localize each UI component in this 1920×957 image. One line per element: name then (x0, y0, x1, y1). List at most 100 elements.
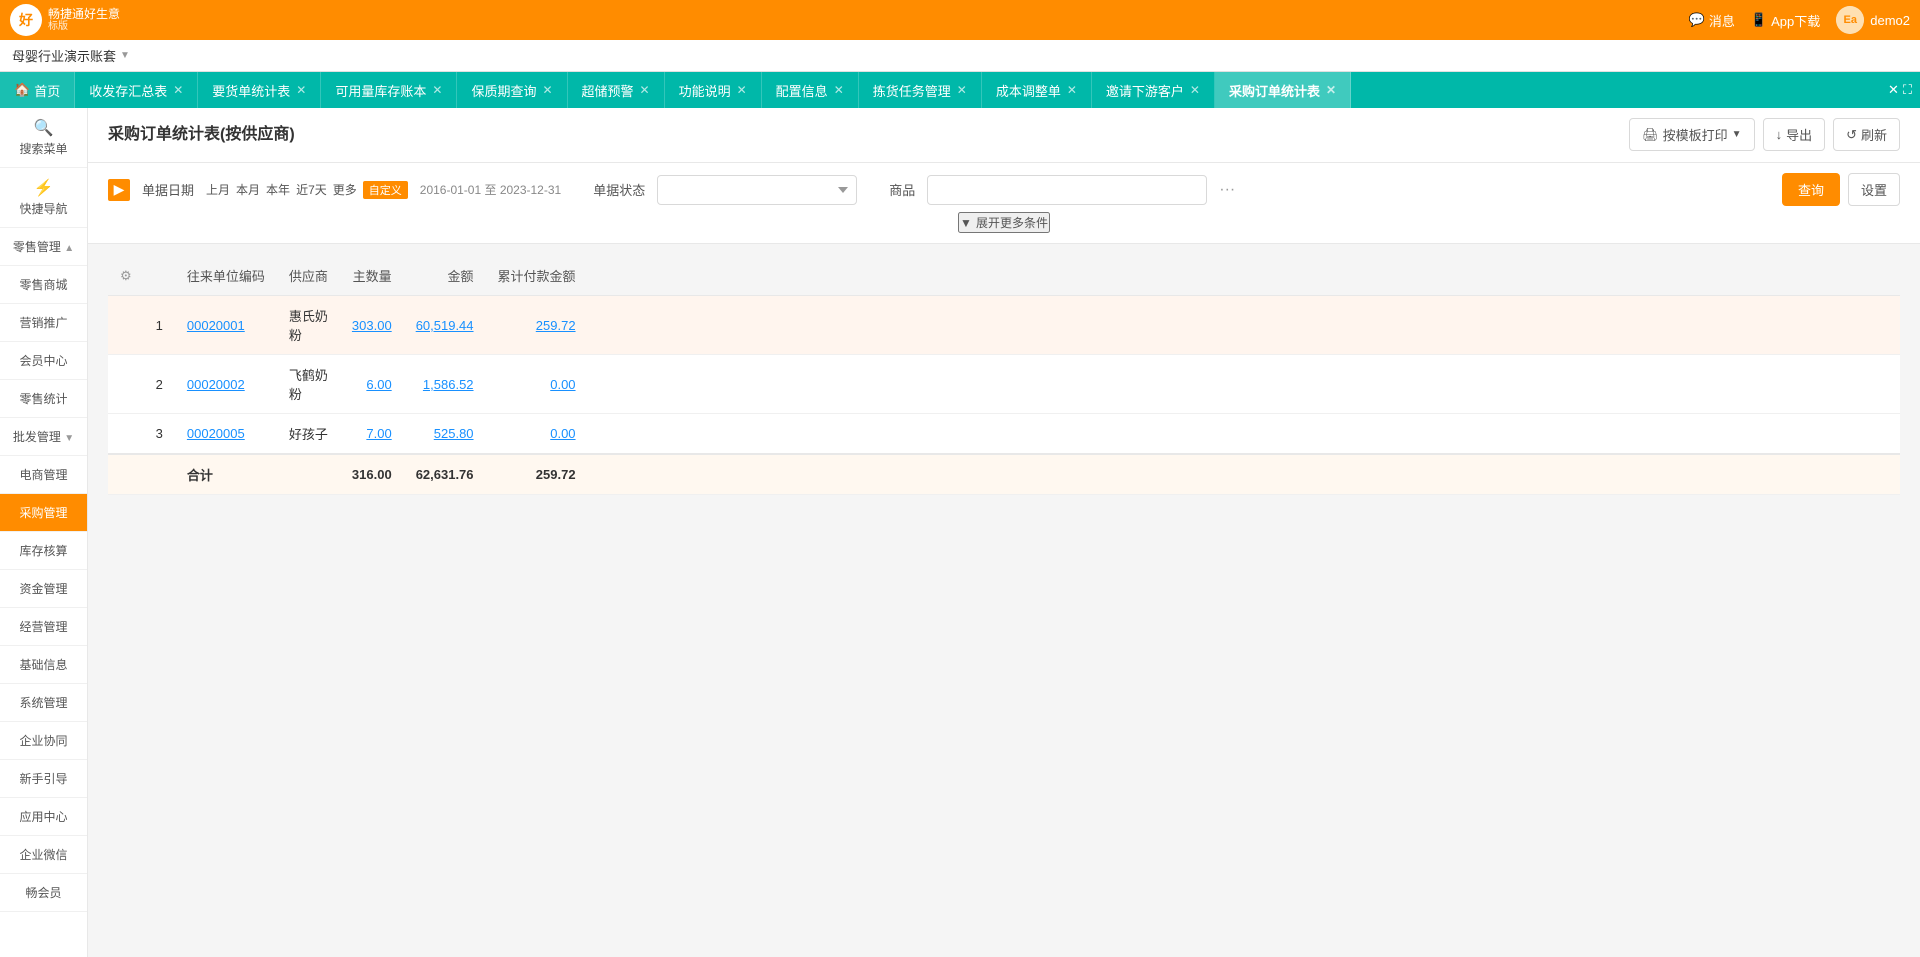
row-seq: 2 (144, 355, 175, 414)
row-extra (588, 355, 1900, 414)
sidebar-item-purchase[interactable]: 采购管理 (0, 494, 87, 532)
tab-close-icon[interactable]: ✕ (1067, 83, 1077, 97)
row-extra (588, 414, 1900, 455)
tab-picking-task[interactable]: 拣货任务管理 ✕ (859, 72, 982, 108)
tab-close-icon[interactable]: ✕ (173, 83, 183, 97)
filter-actions: 查询 设置 (1782, 173, 1900, 206)
shortcut-this-year[interactable]: 本年 (266, 181, 290, 198)
sidebar-item-new-guide[interactable]: 新手引导 (0, 760, 87, 798)
tab-close-icon[interactable]: ✕ (1190, 83, 1200, 97)
print-btn[interactable]: 🖨 按模板打印 ▼ (1629, 118, 1754, 151)
col-extra (588, 256, 1900, 296)
custom-date-badge[interactable]: 自定义 (363, 181, 408, 199)
sidebar-item-quick-nav[interactable]: ⚡ 快捷导航 (0, 168, 87, 228)
sidebar-item-wholesale[interactable]: 批发管理 ▼ (0, 418, 87, 456)
sidebar-item-operations[interactable]: 经营管理 (0, 608, 87, 646)
tab-collect-summary[interactable]: 收发存汇总表 ✕ (75, 72, 198, 108)
sidebar-item-enterprise-wechat[interactable]: 企业微信 (0, 836, 87, 874)
sidebar-item-retail-stat[interactable]: 零售统计 (0, 380, 87, 418)
tab-invite-downstream[interactable]: 邀请下游客户 ✕ (1092, 72, 1215, 108)
tab-home[interactable]: 🏠 首页 (0, 72, 75, 108)
message-btn[interactable]: 💬 消息 (1689, 11, 1735, 30)
row-amount[interactable]: 60,519.44 (404, 296, 486, 355)
sidebar-item-enterprise[interactable]: 企业协同 (0, 722, 87, 760)
sidebar-item-app-center[interactable]: 应用中心 (0, 798, 87, 836)
sidebar-item-inventory[interactable]: 库存核算 (0, 532, 87, 570)
export-btn[interactable]: ↓ 导出 (1763, 118, 1826, 151)
status-select[interactable] (657, 175, 857, 205)
row-supplier-code[interactable]: 00020002 (175, 355, 277, 414)
sidebar-item-search[interactable]: 🔍 搜索菜单 (0, 108, 87, 168)
tab-purchase-summary[interactable]: 采购订单统计表 ✕ (1215, 72, 1351, 108)
row-paid-amount[interactable]: 0.00 (486, 414, 588, 455)
refresh-btn[interactable]: ↺ 刷新 (1833, 118, 1900, 151)
sidebar-item-finance[interactable]: 资金管理 (0, 570, 87, 608)
tab-over-stock[interactable]: 超储预警 ✕ (568, 72, 665, 108)
col-supplier-code: 往来单位编码 (175, 256, 277, 296)
sidebar-item-marketing[interactable]: 营销推广 (0, 304, 87, 342)
sidebar-item-ecommerce[interactable]: 电商管理 (0, 456, 87, 494)
footer-extra (588, 454, 1900, 495)
tab-cost-adjust[interactable]: 成本调整单 ✕ (982, 72, 1092, 108)
logo-text: 畅捷通好生意 标版 (48, 7, 120, 33)
app-download-btn[interactable]: 📱 App下载 (1751, 11, 1820, 30)
home-icon: 🏠 (14, 82, 30, 98)
tab-close-icon[interactable]: ✕ (296, 83, 306, 97)
sidebar-item-vip[interactable]: 畅会员 (0, 874, 87, 912)
user-menu-btn[interactable]: Ea demo2 (1836, 6, 1910, 34)
tab-config-info[interactable]: 配置信息 ✕ (762, 72, 859, 108)
row-amount[interactable]: 525.80 (404, 414, 486, 455)
shortcut-last-month[interactable]: 上月 (206, 181, 230, 198)
row-quantity[interactable]: 6.00 (340, 355, 404, 414)
sidebar-item-retail[interactable]: 零售管理 ▲ (0, 228, 87, 266)
footer-settings (108, 454, 144, 495)
row-quantity[interactable]: 303.00 (340, 296, 404, 355)
status-select-wrap (657, 175, 857, 205)
more-filters-btn[interactable]: ··· (1219, 181, 1235, 199)
shortcut-7days[interactable]: 近7天 (296, 181, 327, 198)
row-supplier-code[interactable]: 00020005 (175, 414, 277, 455)
sidebar-item-system[interactable]: 系统管理 (0, 684, 87, 722)
tab-close-active-icon[interactable]: ✕ (1326, 83, 1336, 97)
workspace-selector[interactable]: 母婴行业演示账套 ▼ (12, 46, 130, 65)
tab-close-icon[interactable]: ✕ (432, 83, 442, 97)
goods-input[interactable] (927, 175, 1207, 205)
tab-close-icon[interactable]: ✕ (957, 83, 967, 97)
tab-goods-summary[interactable]: 要货单统计表 ✕ (198, 72, 321, 108)
tab-close-icon[interactable]: ✕ (640, 83, 650, 97)
page-header-actions: 🖨 按模板打印 ▼ ↓ 导出 ↺ 刷新 (1629, 118, 1900, 151)
tab-quality-query[interactable]: 保质期查询 ✕ (457, 72, 567, 108)
filter-expand-btn[interactable]: ▶ (108, 179, 130, 201)
shortcut-this-month[interactable]: 本月 (236, 181, 260, 198)
row-amount[interactable]: 1,586.52 (404, 355, 486, 414)
sidebar-item-member[interactable]: 会员中心 (0, 342, 87, 380)
table-row: 1 00020001 惠氏奶粉 303.00 60,519.44 259.72 (108, 296, 1900, 355)
logo-icon: 好 (10, 4, 42, 36)
tab-func-desc[interactable]: 功能说明 ✕ (665, 72, 762, 108)
row-paid-amount[interactable]: 0.00 (486, 355, 588, 414)
settings-btn[interactable]: 设置 (1848, 173, 1900, 206)
settings-icon[interactable]: ⚙ (120, 268, 132, 283)
shortcut-more[interactable]: 更多 (333, 181, 357, 198)
close-all-icon[interactable]: ✕ (1888, 82, 1899, 98)
row-quantity[interactable]: 7.00 (340, 414, 404, 455)
tab-available-stock[interactable]: 可用量库存账本 ✕ (321, 72, 457, 108)
tab-close-icon[interactable]: ✕ (542, 83, 552, 97)
row-supplier-code[interactable]: 00020001 (175, 296, 277, 355)
filter-bar: ▶ 单据日期 上月 本月 本年 近7天 更多 自定义 2016-01-01 至 … (88, 163, 1920, 244)
expand-more-btn[interactable]: ▼ 展开更多条件 (958, 212, 1050, 233)
row-supplier-name: 好孩子 (277, 414, 340, 455)
quick-nav-icon: ⚡ (4, 178, 83, 198)
chevron-down-icon: ▲ (64, 243, 74, 254)
nav-tabs-end: ✕ ⛶ (1888, 82, 1920, 98)
sidebar-item-retail-mall[interactable]: 零售商城 (0, 266, 87, 304)
content-area: 采购订单统计表(按供应商) 🖨 按模板打印 ▼ ↓ 导出 ↺ 刷新 (88, 108, 1920, 957)
row-paid-amount[interactable]: 259.72 (486, 296, 588, 355)
tab-close-icon[interactable]: ✕ (737, 83, 747, 97)
col-settings[interactable]: ⚙ (108, 256, 144, 296)
sidebar-item-basic-info[interactable]: 基础信息 (0, 646, 87, 684)
footer-label: 合计 (175, 454, 340, 495)
tab-close-icon[interactable]: ✕ (834, 83, 844, 97)
maximize-icon[interactable]: ⛶ (1903, 82, 1912, 98)
query-btn[interactable]: 查询 (1782, 173, 1840, 206)
